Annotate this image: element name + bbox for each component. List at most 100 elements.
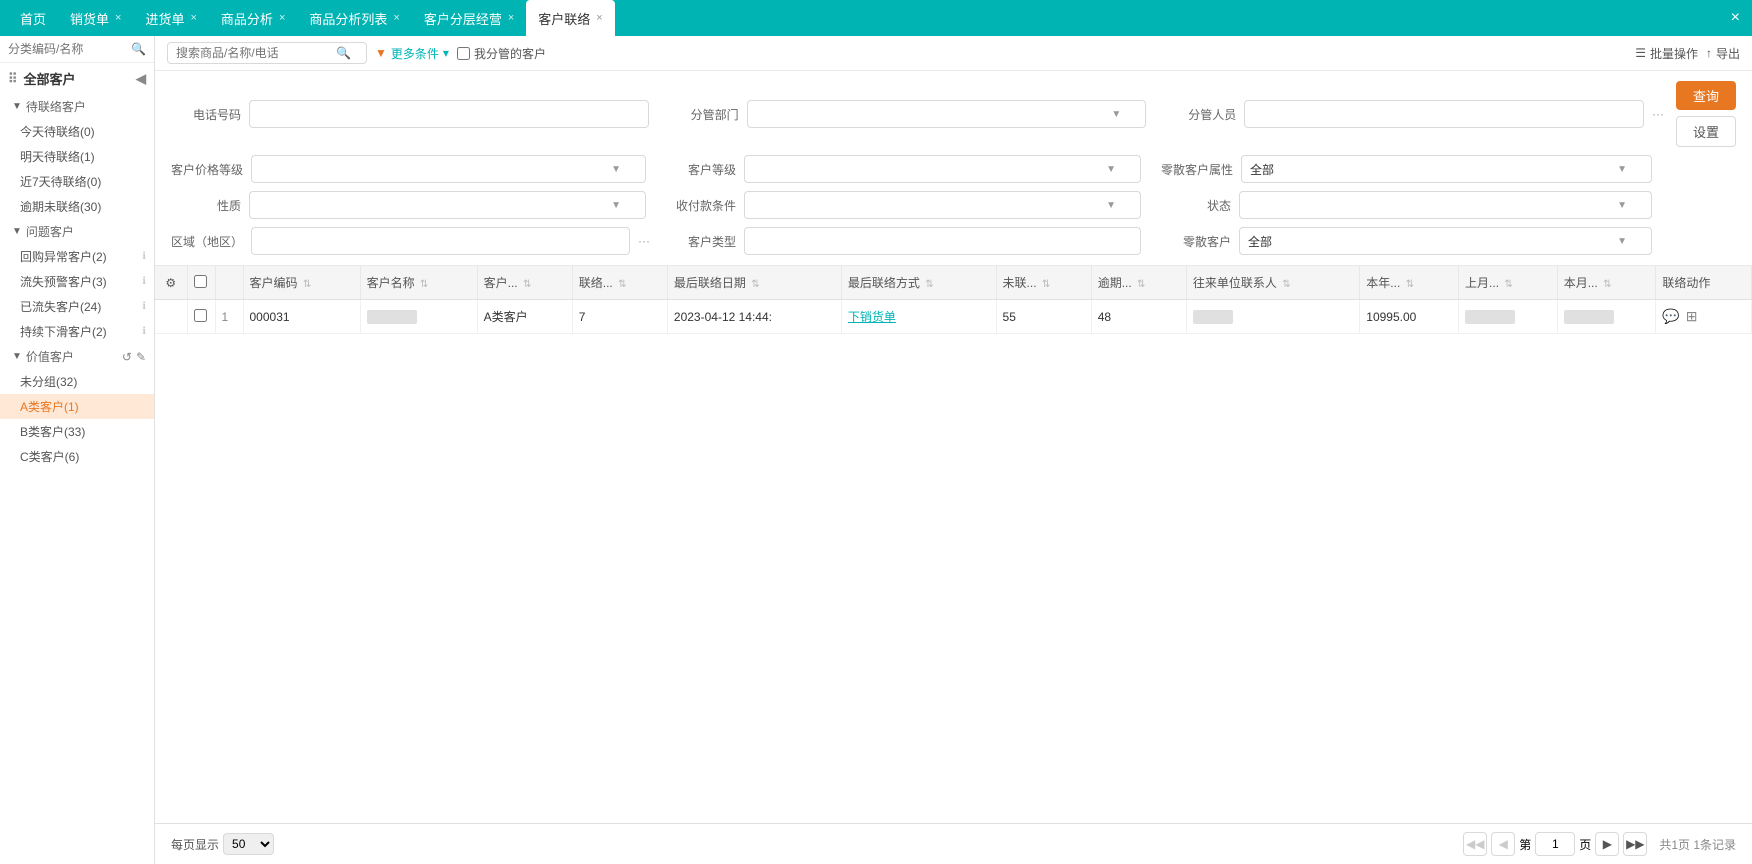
close-analysis-list-tab[interactable]: × bbox=[393, 12, 399, 24]
nav-tab-analysis[interactable]: 商品分析 × bbox=[209, 0, 297, 36]
sidebar-item-b-class[interactable]: B类客户(33) bbox=[0, 419, 154, 444]
close-sales-tab[interactable]: × bbox=[115, 12, 121, 24]
sidebar-value-section[interactable]: ▼ 价值客户 ↺ ✎ bbox=[0, 344, 154, 369]
close-purchase-tab[interactable]: × bbox=[190, 12, 196, 24]
col-overdue[interactable]: 逾期... ⇅ bbox=[1091, 266, 1186, 300]
col-last-month[interactable]: 上月... ⇅ bbox=[1459, 266, 1558, 300]
filter-status-select[interactable]: ▼ bbox=[1239, 191, 1652, 219]
close-customer-mgmt-tab[interactable]: × bbox=[508, 12, 514, 24]
sidebar-search-input[interactable] bbox=[8, 42, 131, 56]
sort-icon-contact: ⇅ bbox=[618, 279, 626, 290]
customer-level-arrow: ▼ bbox=[1106, 164, 1116, 175]
main-layout: 🔍 ⠿ 全部客户 ◀ ▼ 待联络客户 今天待联络(0) 明天待联络(1) 近7天… bbox=[0, 36, 1752, 864]
col-last-date[interactable]: 最后联络日期 ⇅ bbox=[667, 266, 841, 300]
page-next-btn[interactable]: ▶ bbox=[1595, 832, 1619, 856]
col-last-method[interactable]: 最后联络方式 ⇅ bbox=[841, 266, 996, 300]
filter-payment-select[interactable]: ▼ bbox=[744, 191, 1141, 219]
filter-sparse-attr-select[interactable]: 全部 ▼ bbox=[1241, 155, 1652, 183]
filter-person-dots[interactable]: ··· bbox=[1652, 107, 1664, 121]
search-icon[interactable]: 🔍 bbox=[336, 46, 351, 60]
setting-button[interactable]: 设置 bbox=[1676, 116, 1736, 147]
sort-icon-name: ⇅ bbox=[420, 279, 428, 290]
filter-row-3: 性质 ▼ 收付款条件 ▼ 状态 bbox=[171, 191, 1736, 219]
row-checkbox[interactable] bbox=[194, 309, 207, 322]
sidebar-item-tomorrow[interactable]: 明天待联络(1) bbox=[0, 144, 154, 169]
filter-customer-level-select[interactable]: ▼ bbox=[744, 155, 1141, 183]
table-row: 1 000031 Ea A类客户 7 2023-04-12 14:44: 下销货… bbox=[155, 300, 1752, 334]
settings-icon[interactable]: ⚙ bbox=[165, 276, 176, 290]
row-this-month bbox=[1557, 300, 1656, 334]
filter-sparse-select[interactable]: 全部 ▼ bbox=[1239, 227, 1652, 255]
page-end-label: 页 bbox=[1579, 836, 1591, 853]
filter-nature-select[interactable]: ▼ bbox=[249, 191, 646, 219]
sidebar-item-a-class[interactable]: A类客户(1) bbox=[0, 394, 154, 419]
filter-status: 状态 ▼ bbox=[1161, 191, 1656, 219]
col-customer-type[interactable]: 客户... ⇅ bbox=[477, 266, 572, 300]
close-all-tabs[interactable]: × bbox=[1727, 5, 1744, 31]
sidebar-item-7days[interactable]: 近7天待联络(0) bbox=[0, 169, 154, 194]
col-contact[interactable]: 联络... ⇅ bbox=[572, 266, 667, 300]
row-code: 000031 bbox=[243, 300, 360, 334]
page-first-btn[interactable]: ◀◀ bbox=[1463, 832, 1487, 856]
more-filter-btn[interactable]: ▼ 更多条件 ▾ bbox=[375, 45, 449, 62]
page-input[interactable] bbox=[1535, 832, 1575, 856]
sidebar-problem-section[interactable]: ▼ 问题客户 bbox=[0, 219, 154, 244]
nav-tab-purchase[interactable]: 进货单 × bbox=[133, 0, 208, 36]
my-customer-checkbox-area[interactable]: 我分管的客户 bbox=[457, 45, 546, 62]
select-all-checkbox[interactable] bbox=[194, 275, 207, 288]
filter-customer-type-input[interactable] bbox=[744, 227, 1141, 255]
sidebar-item-overdue[interactable]: 逾期未联络(30) bbox=[0, 194, 154, 219]
refresh-icon[interactable]: ↺ bbox=[122, 350, 132, 364]
nav-tab-home[interactable]: 首页 bbox=[8, 0, 58, 36]
my-customer-checkbox[interactable] bbox=[457, 47, 470, 60]
sidebar-collapse-btn[interactable]: ◀ bbox=[136, 71, 146, 87]
sidebar-item-today[interactable]: 今天待联络(0) bbox=[0, 119, 154, 144]
edit-icon[interactable]: ✎ bbox=[136, 350, 146, 364]
sidebar-item-churn-warning[interactable]: 流失预警客户(3) ℹ bbox=[0, 269, 154, 294]
sidebar-search-icon[interactable]: 🔍 bbox=[131, 42, 146, 56]
sidebar-item-declining[interactable]: 持续下滑客户(2) ℹ bbox=[0, 319, 154, 344]
sidebar-all-customers[interactable]: ⠿ 全部客户 ◀ bbox=[0, 63, 154, 94]
close-customer-contact-tab[interactable]: × bbox=[596, 12, 602, 24]
page-size-select[interactable]: 50 100 200 bbox=[223, 833, 274, 855]
filter-payment: 收付款条件 ▼ bbox=[666, 191, 1161, 219]
page-prev-btn[interactable]: ◀ bbox=[1491, 832, 1515, 856]
filter-sparse: 零散客户 全部 ▼ bbox=[1161, 227, 1656, 255]
export-btn[interactable]: ↑ 导出 bbox=[1706, 45, 1740, 62]
grid-action-icon[interactable]: ⊞ bbox=[1686, 308, 1698, 325]
col-this-year[interactable]: 本年... ⇅ bbox=[1360, 266, 1459, 300]
nav-tab-sales[interactable]: 销货单 × bbox=[58, 0, 133, 36]
row-last-method[interactable]: 下销货单 bbox=[841, 300, 996, 334]
query-button[interactable]: 查询 bbox=[1676, 81, 1736, 110]
col-this-month[interactable]: 本月... ⇅ bbox=[1557, 266, 1656, 300]
filter-person-input[interactable] bbox=[1244, 100, 1644, 128]
filter-price-level-select[interactable]: ▼ bbox=[251, 155, 646, 183]
search-input[interactable] bbox=[176, 46, 336, 60]
col-code[interactable]: 客户编码 ⇅ bbox=[243, 266, 360, 300]
filter-dept-select[interactable]: ▼ bbox=[747, 100, 1147, 128]
col-unit-contact[interactable]: 往来单位联系人 ⇅ bbox=[1186, 266, 1359, 300]
status-arrow: ▼ bbox=[1617, 200, 1627, 211]
col-no-contact[interactable]: 未联... ⇅ bbox=[996, 266, 1091, 300]
batch-op-btn[interactable]: ☰ 批量操作 bbox=[1635, 45, 1698, 62]
last-method-link[interactable]: 下销货单 bbox=[848, 310, 896, 324]
filter-region-input[interactable] bbox=[251, 227, 630, 255]
nav-tab-customer-contact[interactable]: 客户联络 × bbox=[526, 0, 614, 36]
filter-customer-type: 客户类型 bbox=[666, 227, 1161, 255]
sidebar-item-unclassified[interactable]: 未分组(32) bbox=[0, 369, 154, 394]
nav-tab-analysis-list[interactable]: 商品分析列表 × bbox=[297, 0, 411, 36]
nav-tab-customer-mgmt[interactable]: 客户分层经营 × bbox=[412, 0, 526, 36]
sidebar-item-c-class[interactable]: C类客户(6) bbox=[0, 444, 154, 469]
col-name[interactable]: 客户名称 ⇅ bbox=[360, 266, 477, 300]
close-analysis-tab[interactable]: × bbox=[279, 12, 285, 24]
sidebar-item-repurchase-abnormal[interactable]: 回购异常客户(2) ℹ bbox=[0, 244, 154, 269]
col-settings[interactable]: ⚙ bbox=[155, 266, 187, 300]
sidebar-pending-section[interactable]: ▼ 待联络客户 bbox=[0, 94, 154, 119]
sidebar-item-churned[interactable]: 已流失客户(24) ℹ bbox=[0, 294, 154, 319]
filter-phone-input[interactable] bbox=[249, 100, 649, 128]
sparse-arrow: ▼ bbox=[1617, 236, 1627, 247]
chat-action-icon[interactable]: 💬 bbox=[1662, 308, 1679, 325]
filter-region-dots[interactable]: ··· bbox=[638, 234, 650, 248]
payment-arrow: ▼ bbox=[1106, 200, 1116, 211]
page-last-btn[interactable]: ▶▶ bbox=[1623, 832, 1647, 856]
